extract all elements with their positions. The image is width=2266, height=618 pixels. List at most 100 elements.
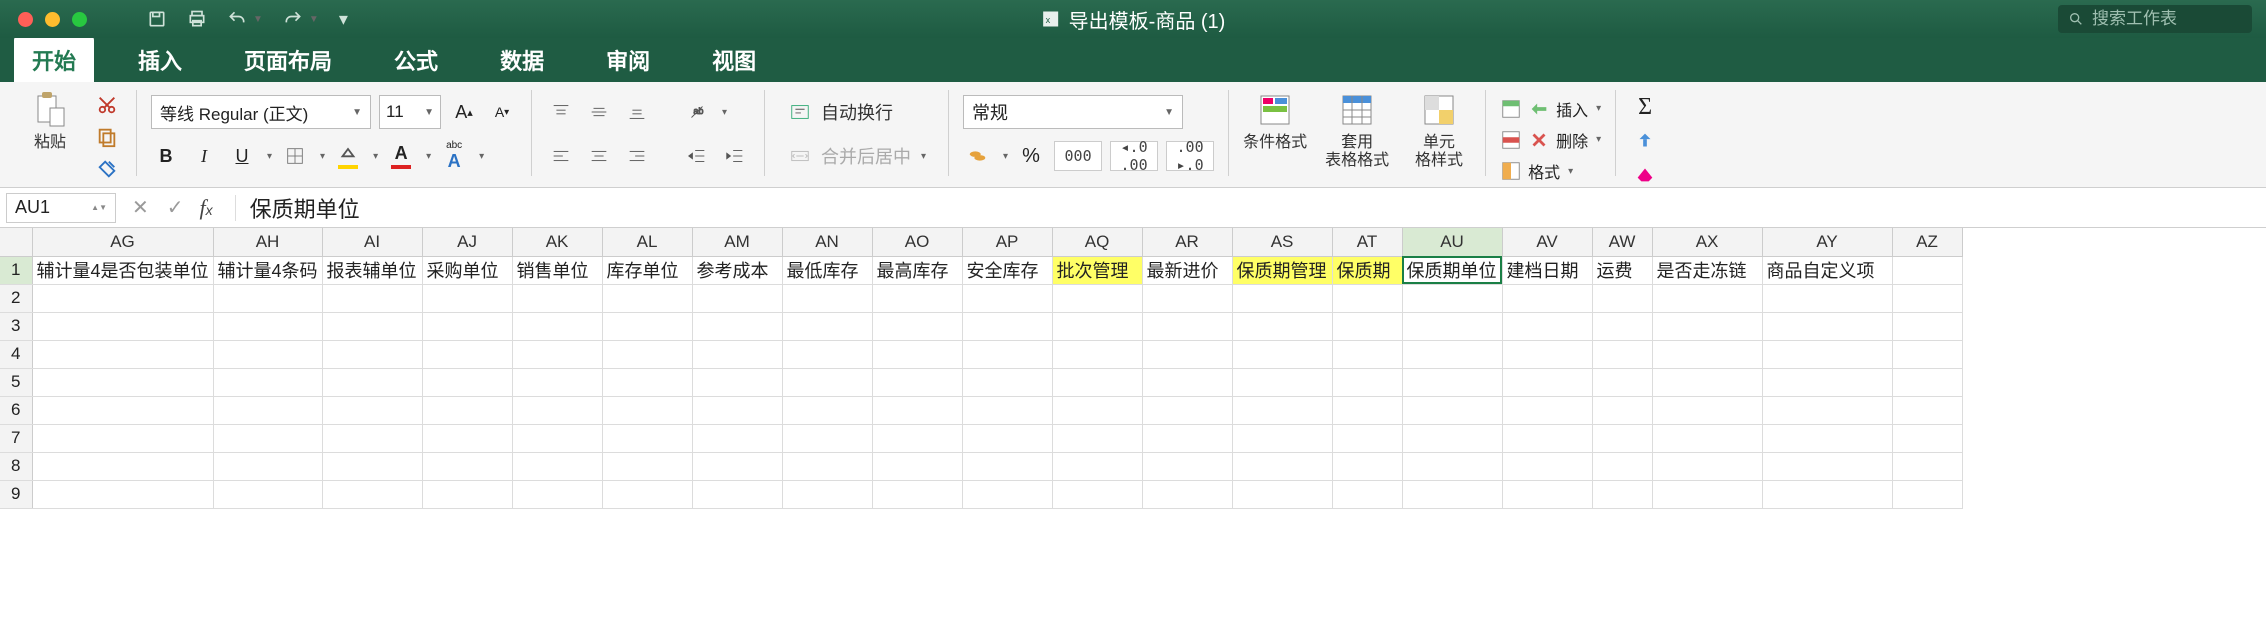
cut-icon[interactable] — [92, 92, 122, 118]
cell[interactable] — [692, 284, 782, 312]
cell[interactable] — [1592, 396, 1652, 424]
cell[interactable] — [32, 452, 213, 480]
cell[interactable] — [1762, 424, 1892, 452]
cell[interactable] — [1332, 452, 1402, 480]
spreadsheet-grid[interactable]: AGAHAIAJAKALAMANAOAPAQARASATAUAVAWAXAYAZ… — [0, 228, 2266, 616]
cell[interactable] — [692, 368, 782, 396]
cell[interactable] — [1142, 340, 1232, 368]
increase-indent-icon[interactable] — [720, 143, 750, 169]
chevron-down-icon[interactable]: ▼ — [424, 107, 434, 118]
chevron-down-icon[interactable]: ▾ — [722, 107, 727, 118]
cell[interactable] — [782, 368, 872, 396]
chevron-down-icon[interactable]: ▾ — [267, 151, 272, 162]
cell[interactable]: 报表辅单位 — [322, 256, 422, 284]
cell[interactable] — [1052, 452, 1142, 480]
cell[interactable]: 辅计量4是否包装单位 — [32, 256, 213, 284]
cell-styles-button[interactable]: 单元 格样式 — [1407, 90, 1471, 169]
cell[interactable]: 参考成本 — [692, 256, 782, 284]
cell[interactable] — [962, 396, 1052, 424]
chevron-down-icon[interactable]: ▾ — [373, 151, 378, 162]
cell[interactable] — [1762, 312, 1892, 340]
wrap-text-button[interactable]: 自动换行 — [779, 95, 901, 129]
tab-insert[interactable]: 插入 — [120, 36, 200, 82]
cell[interactable] — [1232, 424, 1332, 452]
cell[interactable]: 最高库存 — [872, 256, 962, 284]
cell[interactable] — [1592, 452, 1652, 480]
search-input[interactable] — [2092, 9, 2242, 29]
cell[interactable] — [512, 480, 602, 508]
cell[interactable] — [1232, 480, 1332, 508]
column-header[interactable]: AO — [872, 228, 962, 256]
cell[interactable] — [602, 340, 692, 368]
cell[interactable] — [1332, 368, 1402, 396]
column-header[interactable]: AZ — [1892, 228, 1962, 256]
row-header[interactable]: 6 — [0, 396, 32, 424]
column-header[interactable]: AV — [1502, 228, 1592, 256]
cell[interactable] — [1402, 368, 1502, 396]
column-header[interactable]: AN — [782, 228, 872, 256]
formula-input[interactable]: 保质期单位 — [246, 190, 2266, 226]
cell[interactable] — [1502, 368, 1592, 396]
cell[interactable] — [322, 284, 422, 312]
qat-customize-icon[interactable]: ▾ — [339, 9, 348, 30]
align-bottom-icon[interactable] — [622, 99, 652, 125]
cell[interactable] — [692, 312, 782, 340]
cell[interactable] — [872, 312, 962, 340]
cell[interactable] — [1332, 312, 1402, 340]
cell[interactable] — [1892, 340, 1962, 368]
cell[interactable] — [1332, 340, 1402, 368]
autosum-icon[interactable]: Σ — [1630, 94, 1660, 120]
chevron-down-icon[interactable]: ▼ — [253, 14, 263, 25]
cell[interactable]: 建档日期 — [1502, 256, 1592, 284]
cell[interactable] — [1652, 284, 1762, 312]
cell[interactable] — [1652, 452, 1762, 480]
cell[interactable] — [1142, 284, 1232, 312]
increase-font-icon[interactable]: A▴ — [449, 99, 479, 125]
column-header[interactable]: AH — [213, 228, 322, 256]
cell[interactable] — [602, 368, 692, 396]
orientation-icon[interactable]: ab — [682, 99, 712, 125]
cell[interactable] — [422, 340, 512, 368]
cell[interactable] — [602, 480, 692, 508]
cell[interactable] — [32, 340, 213, 368]
chevron-down-icon[interactable]: ▼ — [1164, 107, 1174, 118]
fx-icon[interactable]: fx — [200, 195, 213, 221]
decrease-indent-icon[interactable] — [682, 143, 712, 169]
cell[interactable] — [512, 452, 602, 480]
cell[interactable] — [512, 340, 602, 368]
cell[interactable] — [692, 452, 782, 480]
cell[interactable]: 库存单位 — [602, 256, 692, 284]
cell[interactable] — [512, 284, 602, 312]
cell[interactable] — [782, 340, 872, 368]
cell[interactable] — [1142, 424, 1232, 452]
cell[interactable]: 保质期管理 — [1232, 256, 1332, 284]
cell[interactable] — [1402, 480, 1502, 508]
cell[interactable] — [1142, 396, 1232, 424]
cell[interactable] — [1502, 452, 1592, 480]
cell[interactable] — [602, 312, 692, 340]
cell[interactable] — [32, 284, 213, 312]
cell[interactable] — [1402, 312, 1502, 340]
cell[interactable] — [872, 284, 962, 312]
chevron-down-icon[interactable]: ▾ — [1596, 134, 1601, 145]
font-color-icon[interactable]: A — [386, 143, 416, 169]
cell[interactable] — [1052, 396, 1142, 424]
cell[interactable]: 辅计量4条码 — [213, 256, 322, 284]
decrease-font-icon[interactable]: A▾ — [487, 99, 517, 125]
cell[interactable] — [1402, 452, 1502, 480]
align-middle-icon[interactable] — [584, 99, 614, 125]
cell[interactable] — [692, 340, 782, 368]
tab-page-layout[interactable]: 页面布局 — [226, 36, 350, 82]
cell[interactable] — [213, 368, 322, 396]
comma-style-button[interactable]: 000 — [1054, 141, 1102, 171]
cell[interactable] — [32, 424, 213, 452]
cell[interactable] — [1652, 396, 1762, 424]
tab-formulas[interactable]: 公式 — [376, 36, 456, 82]
cell[interactable] — [1232, 340, 1332, 368]
row-header[interactable]: 8 — [0, 452, 32, 480]
cell[interactable] — [1892, 312, 1962, 340]
close-window-button[interactable] — [18, 12, 33, 27]
format-painter-icon[interactable] — [92, 156, 122, 182]
cell[interactable] — [1502, 340, 1592, 368]
conditional-formatting-button[interactable]: 条件格式 — [1243, 90, 1307, 152]
